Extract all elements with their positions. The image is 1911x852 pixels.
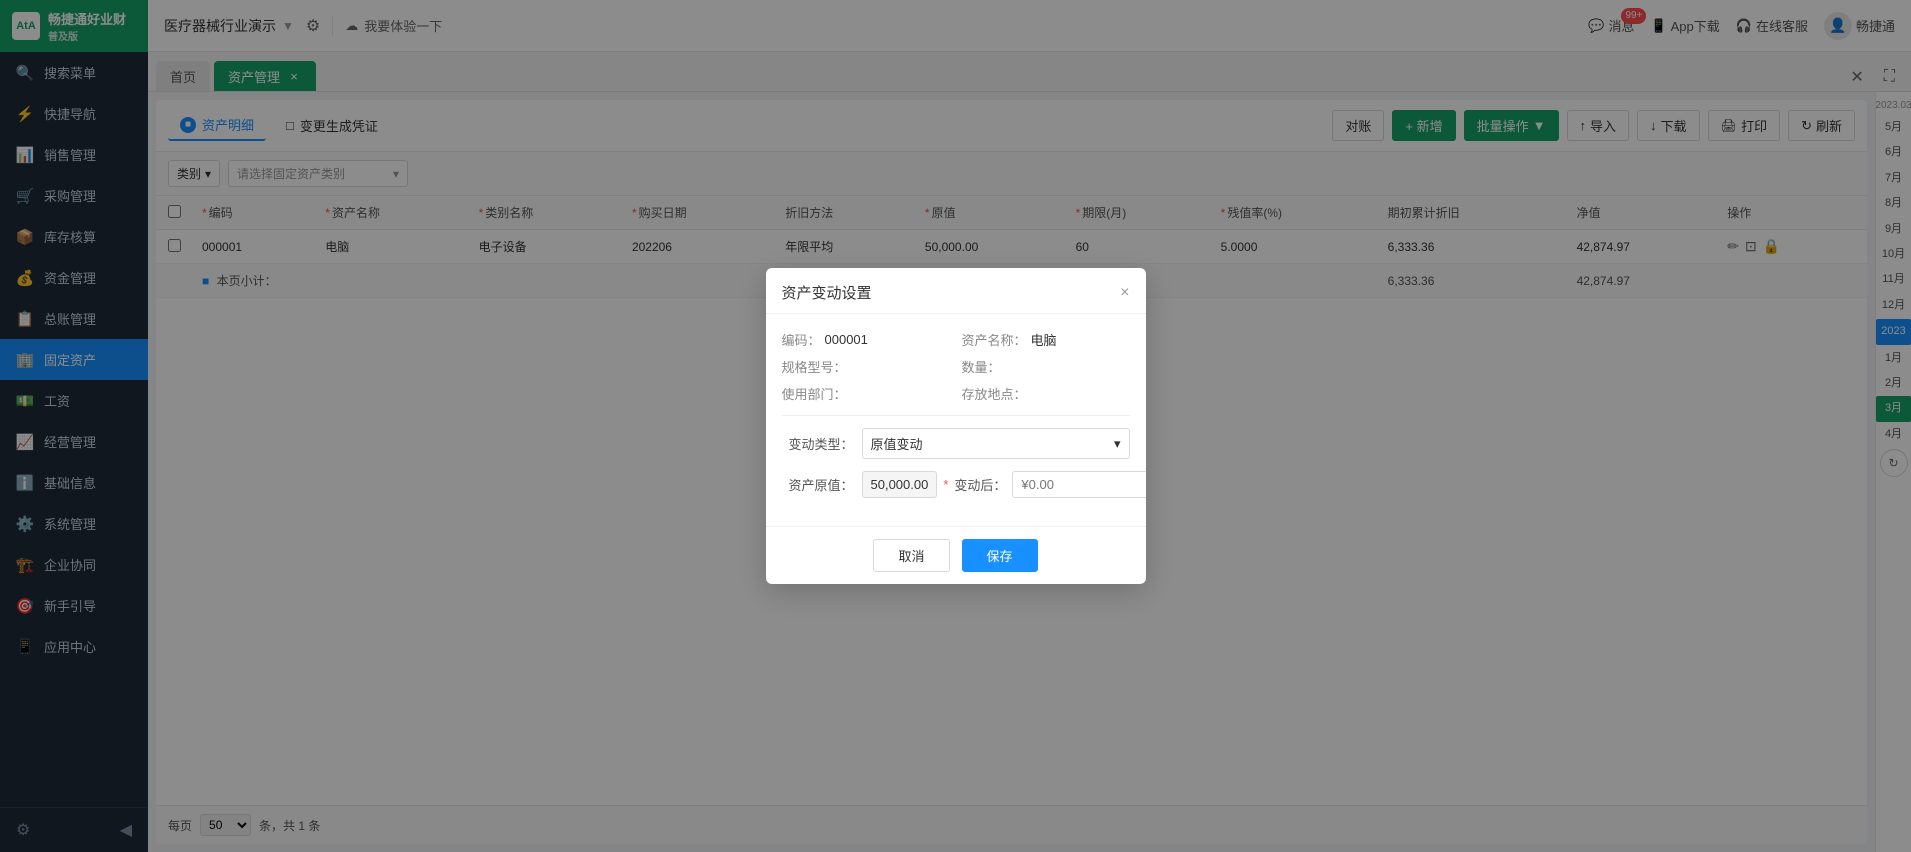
asset-name-label: 资产名称： — [962, 330, 1027, 349]
original-label: 资产原值： — [782, 475, 854, 494]
cancel-button[interactable]: 取消 — [873, 539, 949, 572]
required-star: * — [943, 477, 948, 492]
modal-body: 编码： 000001 资产名称： 电脑 规格型号： 数量： 使用部门： — [766, 314, 1146, 526]
save-button[interactable]: 保存 — [962, 539, 1038, 572]
modal-name-field: 资产名称： 电脑 — [962, 330, 1130, 349]
location-label: 存放地点： — [962, 384, 1027, 403]
modal-quantity-field: 数量： — [962, 357, 1130, 376]
modal-location-field: 存放地点： — [962, 384, 1130, 403]
change-type-label: 变动类型： — [782, 434, 854, 453]
original-value: 50,000.00 — [862, 471, 938, 498]
modal-info-grid: 编码： 000001 资产名称： 电脑 规格型号： 数量： 使用部门： — [782, 330, 1130, 416]
code-label: 编码： — [782, 330, 821, 349]
quantity-label: 数量： — [962, 357, 1001, 376]
asset-change-modal: 资产变动设置 × 编码： 000001 资产名称： 电脑 规格型号： 数 — [766, 268, 1146, 584]
modal-model-field: 规格型号： — [782, 357, 950, 376]
change-type-select[interactable]: 原值变动 ▾ — [862, 428, 1130, 459]
code-value: 000001 — [825, 332, 868, 347]
modal-title: 资产变动设置 — [782, 282, 872, 303]
original-control: 50,000.00 * 变动后： — [862, 471, 1146, 498]
change-type-chevron-icon: ▾ — [1114, 436, 1121, 452]
change-type-row: 变动类型： 原值变动 ▾ — [782, 428, 1130, 459]
department-label: 使用部门： — [782, 384, 847, 403]
modal-footer: 取消 保存 — [766, 526, 1146, 584]
change-type-control: 原值变动 ▾ — [862, 428, 1130, 459]
model-label: 规格型号： — [782, 357, 847, 376]
after-label: 变动后： — [954, 475, 1006, 494]
modal-department-field: 使用部门： — [782, 384, 950, 403]
original-value-row: 资产原值： 50,000.00 * 变动后： — [782, 471, 1130, 498]
cancel-label: 取消 — [898, 549, 924, 564]
modal-header: 资产变动设置 × — [766, 268, 1146, 314]
after-value-input[interactable] — [1012, 471, 1145, 498]
modal-code-field: 编码： 000001 — [782, 330, 950, 349]
change-type-value: 原值变动 — [871, 434, 923, 453]
asset-name-value: 电脑 — [1031, 330, 1057, 349]
save-label: 保存 — [987, 549, 1013, 564]
modal-close-button[interactable]: × — [1120, 284, 1129, 302]
modal-overlay[interactable]: 资产变动设置 × 编码： 000001 资产名称： 电脑 规格型号： 数 — [0, 0, 1911, 852]
